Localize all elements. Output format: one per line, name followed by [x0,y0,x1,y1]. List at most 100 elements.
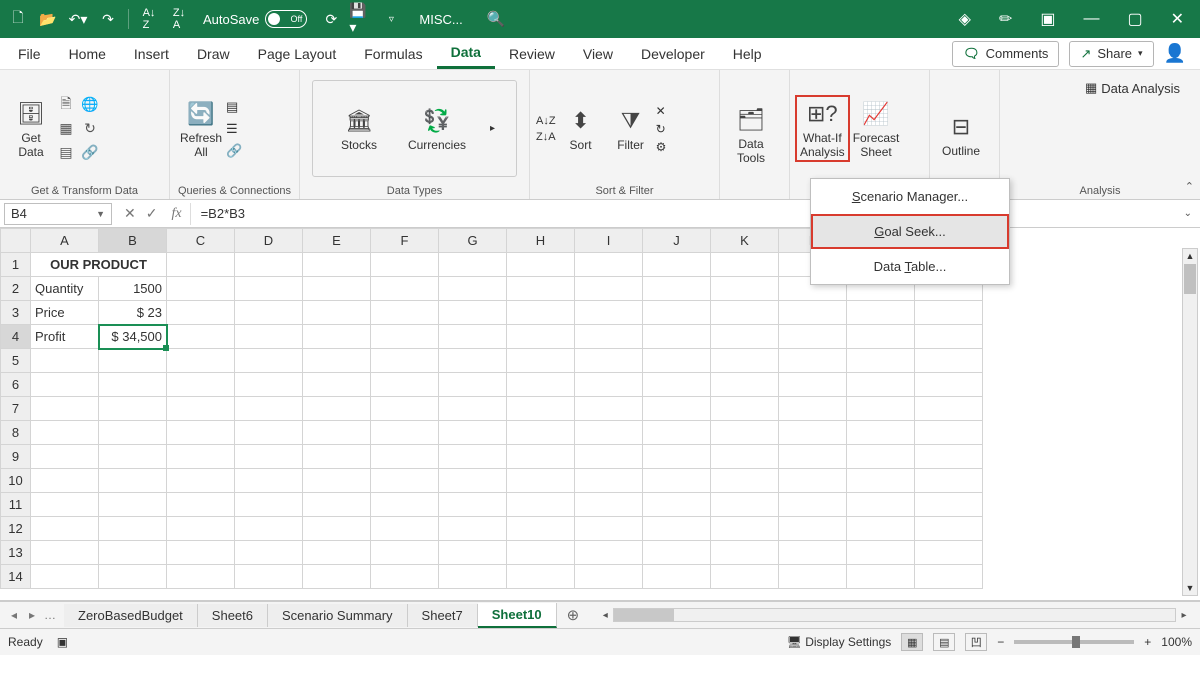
existing-icon[interactable]: ▤ [56,143,76,163]
datatype-more-icon[interactable]: ▸ [490,123,495,134]
cell[interactable] [643,565,711,589]
cell[interactable] [371,277,439,301]
cell[interactable] [507,493,575,517]
tab-review[interactable]: Review [495,40,569,68]
data-tools-button[interactable]: 🗂 Data Tools [726,102,776,168]
cell[interactable] [507,469,575,493]
cell[interactable] [439,373,507,397]
cell[interactable] [507,397,575,421]
cell[interactable] [779,565,847,589]
cell[interactable] [711,541,779,565]
cell[interactable] [847,445,915,469]
row-header[interactable]: 11 [1,493,31,517]
view-page-break-icon[interactable]: 凹 [965,633,987,651]
cell[interactable] [711,469,779,493]
cell[interactable] [575,517,643,541]
cell[interactable] [507,517,575,541]
cell[interactable] [575,253,643,277]
cell[interactable] [575,565,643,589]
sort-za-icon[interactable]: Z↓A [536,131,556,143]
data-analysis-button[interactable]: ▦ Data Analysis [1085,80,1180,96]
cell[interactable] [371,565,439,589]
column-header[interactable]: D [235,229,303,253]
cell[interactable] [575,469,643,493]
cell[interactable] [643,349,711,373]
row-header[interactable]: 12 [1,517,31,541]
cell[interactable] [507,253,575,277]
cell[interactable] [167,469,235,493]
row-header[interactable]: 7 [1,397,31,421]
cell[interactable] [99,397,167,421]
cell[interactable] [779,421,847,445]
column-header[interactable]: J [643,229,711,253]
cell[interactable] [643,493,711,517]
conn-icon[interactable]: 🔗 [80,143,100,163]
cell[interactable] [847,373,915,397]
row-header[interactable]: 1 [1,253,31,277]
what-if-analysis-button[interactable]: ⊞? What-If Analysis [796,96,849,162]
cell[interactable] [575,373,643,397]
cell[interactable] [31,565,99,589]
cell[interactable] [507,421,575,445]
scroll-up-icon[interactable]: ▲ [1183,249,1197,263]
edit-links-icon[interactable]: 🔗 [226,143,242,159]
cell[interactable] [847,565,915,589]
maximize-icon[interactable]: ▢ [1127,9,1142,29]
cell[interactable] [643,301,711,325]
cell[interactable] [303,469,371,493]
cell[interactable] [915,325,983,349]
column-header[interactable]: A [31,229,99,253]
cell[interactable] [235,397,303,421]
cell[interactable] [303,517,371,541]
cell[interactable] [575,325,643,349]
cell[interactable] [303,325,371,349]
cell[interactable]: $ 23 [99,301,167,325]
cell[interactable] [99,541,167,565]
cell[interactable] [779,349,847,373]
cell[interactable] [643,253,711,277]
cell[interactable] [711,565,779,589]
cell[interactable] [915,349,983,373]
cell[interactable] [439,541,507,565]
column-header[interactable]: B [99,229,167,253]
column-header[interactable]: F [371,229,439,253]
view-normal-icon[interactable]: ▦ [901,633,923,651]
name-box[interactable]: B4 ▼ [4,203,112,225]
dropdown-scenario-manager[interactable]: Scenario Manager... [811,179,1009,214]
scroll-thumb[interactable] [614,609,674,621]
expand-formula-bar-icon[interactable]: ⌄ [1176,208,1200,219]
sort-az-icon[interactable]: A↓Z [536,115,556,127]
cell[interactable] [507,373,575,397]
cell[interactable] [371,517,439,541]
cell[interactable] [303,253,371,277]
properties-icon[interactable]: ☰ [226,121,242,137]
cell[interactable] [779,373,847,397]
tab-help[interactable]: Help [719,40,776,68]
cell[interactable] [371,373,439,397]
row-header[interactable]: 5 [1,349,31,373]
spreadsheet-grid[interactable]: ABCDEFGHIJKLMN1OUR PRODUCT2Quantity15003… [0,228,1200,600]
cell[interactable] [235,325,303,349]
cell[interactable] [915,421,983,445]
filter-button[interactable]: ⧩ Filter [606,103,656,155]
cell[interactable] [99,517,167,541]
cell[interactable] [303,445,371,469]
cell[interactable] [371,397,439,421]
cell[interactable] [167,349,235,373]
column-header[interactable]: C [167,229,235,253]
sheet-tab[interactable]: Sheet6 [198,604,268,627]
cell[interactable] [711,421,779,445]
cell[interactable] [575,493,643,517]
cell[interactable] [847,325,915,349]
cell[interactable] [439,493,507,517]
cell[interactable] [643,541,711,565]
recent-icon[interactable]: ↻ [80,119,100,139]
cell[interactable] [915,469,983,493]
cell[interactable] [99,349,167,373]
cell[interactable] [507,565,575,589]
cell[interactable] [303,541,371,565]
cell[interactable] [31,469,99,493]
search-icon[interactable]: 🔍 [487,10,506,28]
row-header[interactable]: 6 [1,373,31,397]
cell[interactable] [847,421,915,445]
